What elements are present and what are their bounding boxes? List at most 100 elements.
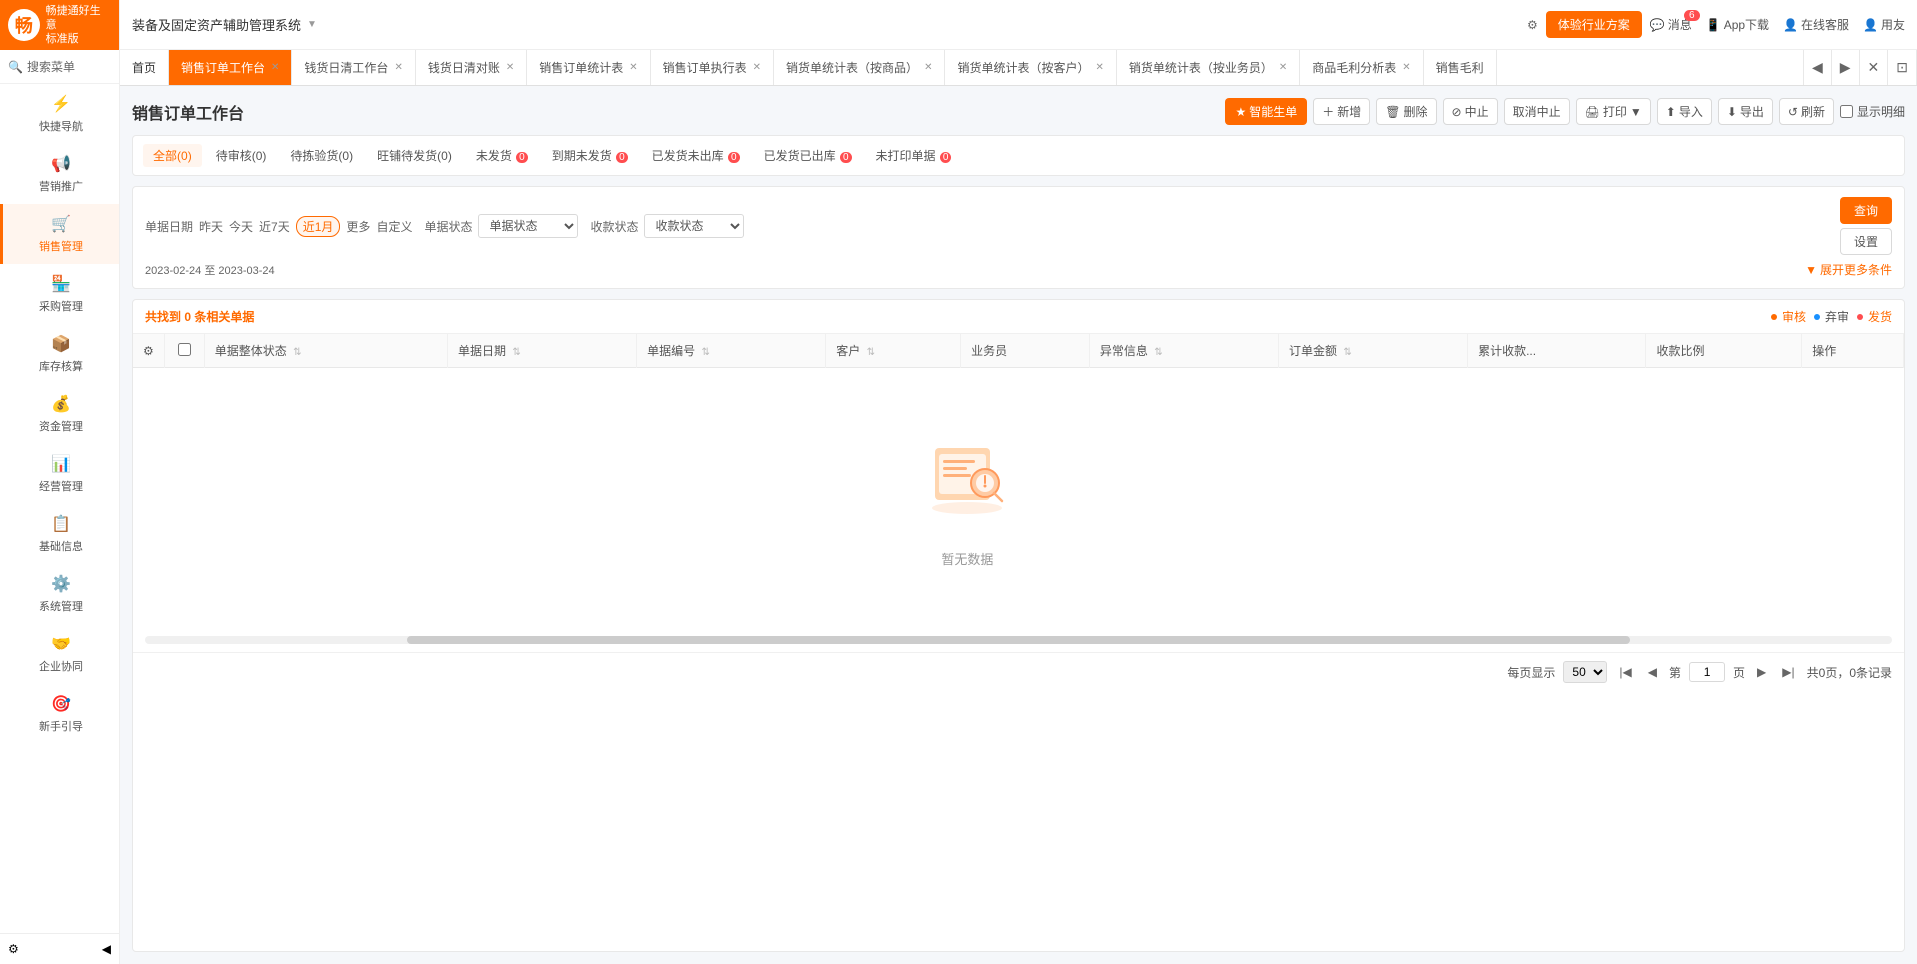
sort-number-icon[interactable]: ⇅ [702,347,710,358]
per-page-select[interactable]: 50 [1563,661,1607,683]
show-detail-checkbox[interactable]: 显示明细 [1840,103,1905,120]
prev-page-btn[interactable]: ◀ [1644,663,1661,681]
online-service-btn[interactable]: 👤 在线客服 [1783,16,1849,33]
search-menu[interactable]: 🔍 搜索菜单 [0,50,119,84]
sort-amount-icon[interactable]: ⇅ [1343,347,1351,358]
tab-close-cash-daily[interactable]: ✕ [394,62,402,73]
app-download-btn[interactable]: 📱 App下载 [1706,16,1769,33]
settings-icon[interactable]: ⚙ [8,942,19,956]
tab-close-sales-stats[interactable]: ✕ [629,62,637,73]
tab-close-margin[interactable]: ✕ [1402,62,1410,73]
tab-close-customer[interactable]: ✕ [1095,62,1103,73]
sidebar-item-finance[interactable]: 💰 资金管理 [0,384,119,444]
add-btn[interactable]: ＋ 新增 [1313,98,1370,125]
sort-exception-icon[interactable]: ⇅ [1154,347,1162,358]
filter-setting-btn[interactable]: 设置 [1840,228,1892,255]
export-btn[interactable]: ⬇ 导出 [1718,98,1773,125]
tab-sales-summary-staff[interactable]: 销货单统计表（按业务员） ✕ [1117,50,1300,86]
sidebar-item-guide[interactable]: 🎯 新手引导 [0,684,119,744]
date-range-display: 2023-02-24 至 2023-03-24 [145,262,275,278]
smart-create-btn[interactable]: ★ 智能生单 [1225,98,1307,125]
tab-close-product[interactable]: ✕ [924,62,932,73]
show-detail-input[interactable] [1840,105,1853,118]
col-checkbox[interactable] [164,334,204,368]
page-number-input[interactable] [1689,662,1725,682]
date-7days[interactable]: 近7天 [259,218,290,235]
scrollbar-thumb[interactable] [407,636,1630,644]
logo-icon: 畅 [8,9,40,41]
last-page-btn[interactable]: ▶| [1778,663,1798,681]
date-today[interactable]: 今天 [229,218,253,235]
tab-close-cash-reconcile[interactable]: ✕ [506,62,514,73]
stop-btn[interactable]: ⊘ 中止 [1443,98,1498,125]
date-1month[interactable]: 近1月 [296,216,341,237]
tab-close-all-btn[interactable]: ✕ [1860,50,1889,86]
refresh-btn[interactable]: ↺ 刷新 [1779,98,1834,125]
topbar-settings-icon[interactable]: ⚙ [1527,18,1538,32]
sidebar-item-marketing[interactable]: 📢 营销推广 [0,144,119,204]
cancel-audit-btn[interactable]: 弃审 [1814,308,1849,325]
sidebar-item-operation[interactable]: 📊 经营管理 [0,444,119,504]
tab-cash-reconcile[interactable]: 钱货日清对账 ✕ [416,50,527,86]
sub-tab-not-printed[interactable]: 未打印单据 0 [866,144,962,167]
dropdown-arrow[interactable]: ▼ [307,19,317,30]
delete-btn[interactable]: 🗑 删除 [1376,98,1436,125]
next-page-btn[interactable]: ▶ [1753,663,1770,681]
tab-close-staff[interactable]: ✕ [1279,62,1287,73]
select-all-checkbox[interactable] [178,343,191,356]
sidebar-item-inventory[interactable]: 📦 库存核算 [0,324,119,384]
sub-tab-expired[interactable]: 到期未发货 0 [542,144,638,167]
tab-sales-stats[interactable]: 销售订单统计表 ✕ [527,50,650,86]
sub-tab-not-shipped[interactable]: 未发货 0 [466,144,538,167]
tab-sales-order[interactable]: 销售订单工作台 ✕ [169,50,292,86]
col-settings[interactable]: ⚙ [133,334,164,368]
collapse-icon[interactable]: ◀ [102,942,111,956]
tab-sales-summary-customer[interactable]: 销货单统计表（按客户） ✕ [945,50,1116,86]
status-select[interactable]: 单据状态 [478,214,578,238]
sidebar-item-enterprise[interactable]: 🤝 企业协同 [0,624,119,684]
table-btns: 审核 弃审 发货 [1771,308,1892,325]
tab-margin-analysis[interactable]: 商品毛利分析表 ✕ [1300,50,1423,86]
query-btn[interactable]: 查询 [1840,197,1892,224]
tab-sales-profit[interactable]: 销售毛利 [1424,50,1497,86]
horizontal-scrollbar[interactable] [145,636,1892,644]
sidebar-item-quick-nav[interactable]: ⚡ 快捷导航 [0,84,119,144]
date-yesterday[interactable]: 昨天 [199,218,223,235]
import-btn[interactable]: ⬆ 导入 [1657,98,1712,125]
tab-sales-exec[interactable]: 销售订单执行表 ✕ [651,50,774,86]
tab-next-btn[interactable]: ▶ [1832,50,1860,86]
tab-home[interactable]: 首页 [120,50,169,86]
ship-btn[interactable]: 发货 [1857,308,1892,325]
sort-date-icon[interactable]: ⇅ [512,347,520,358]
sort-status-icon[interactable]: ⇅ [293,347,301,358]
tab-cash-daily[interactable]: 钱货日清工作台 ✕ [292,50,415,86]
cancel-stop-btn[interactable]: 取消中止 [1504,98,1570,125]
tab-sales-summary-product[interactable]: 销货单统计表（按商品） ✕ [774,50,945,86]
sub-tab-shipped-out[interactable]: 已发货已出库 0 [754,144,862,167]
user-icon: 👤 [1863,18,1878,32]
date-more[interactable]: 更多 [346,218,370,235]
tab-prev-btn[interactable]: ◀ [1804,50,1832,86]
date-custom[interactable]: 自定义 [376,218,412,235]
sort-customer-icon[interactable]: ⇅ [867,347,875,358]
industry-btn[interactable]: 体验行业方案 [1546,11,1642,38]
sidebar-item-sales[interactable]: 🛒 销售管理 [0,204,119,264]
sidebar-item-purchase[interactable]: 🏪 采购管理 [0,264,119,324]
sub-tab-pending-inspect[interactable]: 待拣验货(0) [280,144,363,167]
payment-select[interactable]: 收款状态 [644,214,744,238]
sidebar-item-system[interactable]: ⚙️ 系统管理 [0,564,119,624]
sidebar-item-basic[interactable]: 📋 基础信息 [0,504,119,564]
first-page-btn[interactable]: |◀ [1615,663,1635,681]
tab-close-sales-order[interactable]: ✕ [271,62,279,73]
expand-more-btn[interactable]: ▼ 展开更多条件 [1805,261,1892,278]
user-btn[interactable]: 👤 用友 [1863,16,1905,33]
tab-maximize-btn[interactable]: ⊡ [1888,50,1917,86]
sub-tab-shipped-not-out[interactable]: 已发货未出库 0 [642,144,750,167]
sub-tab-pending-review[interactable]: 待审核(0) [206,144,277,167]
audit-btn[interactable]: 审核 [1771,308,1806,325]
sub-tab-all[interactable]: 全部(0) [143,144,202,167]
print-btn[interactable]: 🖨 打印 ▼ [1576,98,1651,125]
sub-tab-wangpu[interactable]: 旺铺待发货(0) [367,144,462,167]
message-btn[interactable]: 💬 消息 6 [1650,16,1692,33]
tab-close-sales-exec[interactable]: ✕ [753,62,761,73]
